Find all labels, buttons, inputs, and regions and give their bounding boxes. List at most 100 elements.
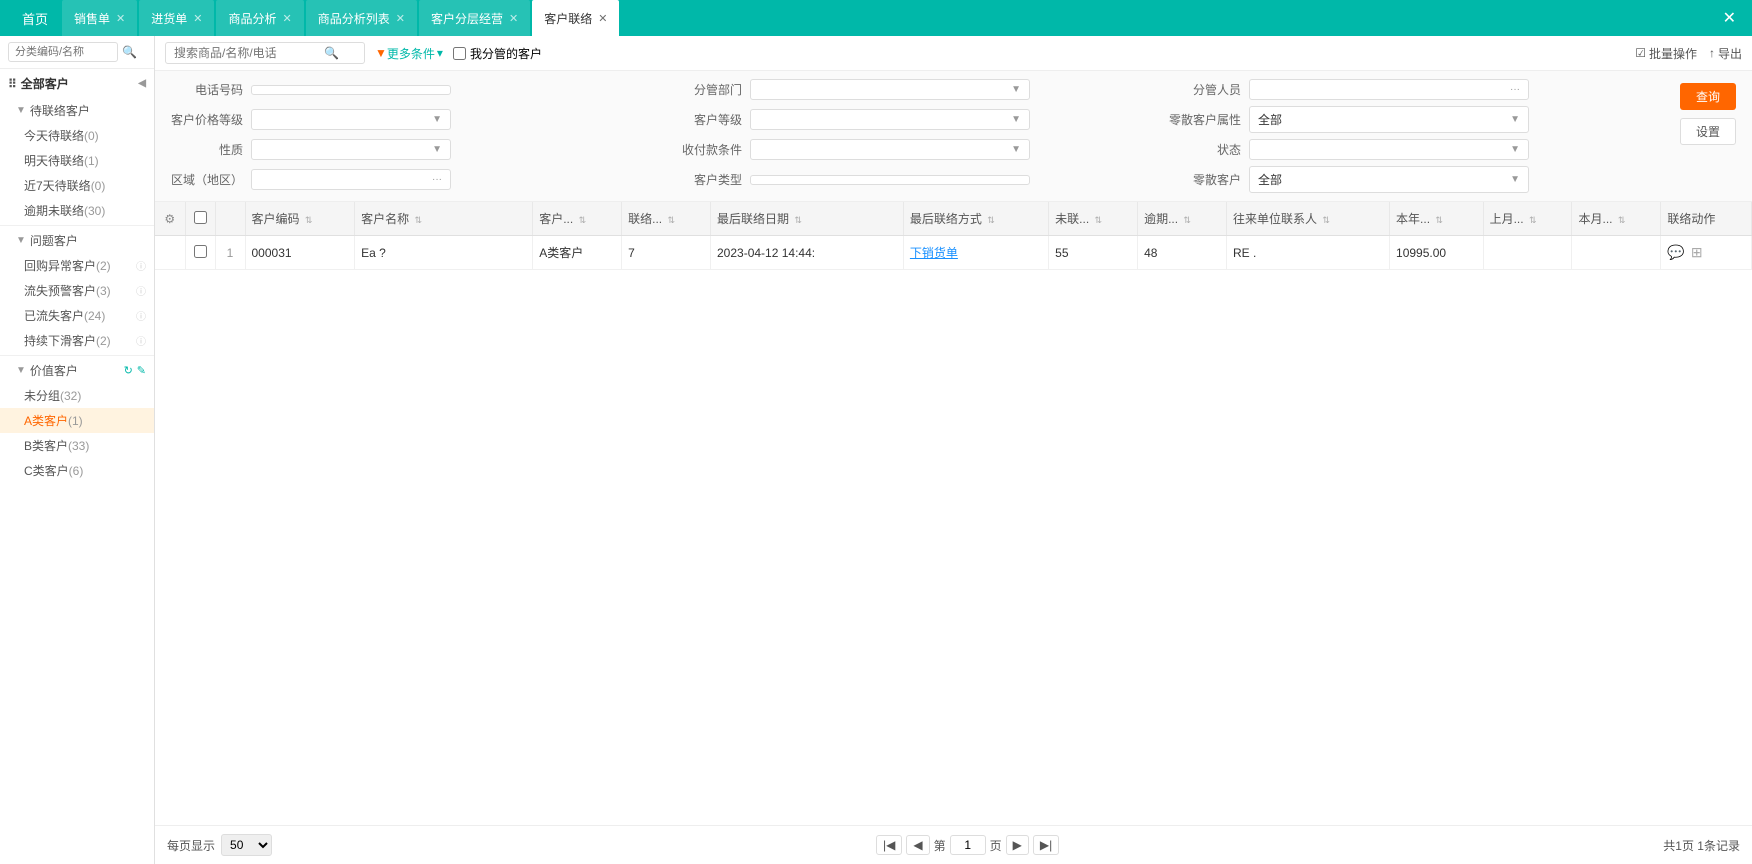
- last-method-link[interactable]: 下销货单: [910, 246, 958, 260]
- payment-dropdown[interactable]: ▼: [750, 139, 1030, 160]
- per-page-area: 每页显示 50 100 200: [167, 834, 272, 856]
- sort-icon[interactable]: ⇅: [305, 215, 313, 225]
- grid-icon[interactable]: ⊞: [1691, 244, 1703, 261]
- nav-tab-进货单[interactable]: 进货单✕: [139, 0, 214, 36]
- sidebar-search-icon[interactable]: 🔍: [122, 45, 137, 59]
- nav-tab-商品分析列表[interactable]: 商品分析列表✕: [306, 0, 417, 36]
- sidebar-item-未分组[interactable]: 未分组(32): [0, 383, 154, 408]
- sort-icon[interactable]: ⇅: [987, 215, 995, 225]
- sidebar-item-明天待联络[interactable]: 明天待联络(1): [0, 148, 154, 173]
- problem-customers-group[interactable]: ▼ 问题客户: [0, 228, 154, 253]
- pending-contact-group[interactable]: ▼ 待联络客户: [0, 98, 154, 123]
- sidebar-search-input[interactable]: [8, 42, 118, 62]
- pagination-bar: 每页显示 50 100 200 |◀ ◀ 第 页 ▶ ▶| 共1页 1条记录: [155, 825, 1752, 864]
- sort-icon[interactable]: ⇅: [1183, 215, 1191, 225]
- sort-icon[interactable]: ⇅: [667, 215, 675, 225]
- query-button[interactable]: 查询: [1680, 83, 1736, 110]
- sidebar-item-今天待联络[interactable]: 今天待联络(0): [0, 123, 154, 148]
- cust-level-dropdown[interactable]: ▼: [750, 109, 1030, 130]
- sidebar-item-逾期未联络[interactable]: 逾期未联络(30): [0, 198, 154, 223]
- settings-button[interactable]: 设置: [1680, 118, 1736, 145]
- sidebar-item-C类客户[interactable]: C类客户(6): [0, 458, 154, 483]
- last-page-btn[interactable]: ▶|: [1033, 835, 1059, 855]
- status-dropdown[interactable]: ▼: [1249, 139, 1529, 160]
- col-code-label: 客户编码: [252, 212, 300, 226]
- filter-row-4: 区域（地区） ··· 客户类型 零散客户: [171, 166, 1668, 193]
- price-level-dropdown[interactable]: ▼: [251, 109, 451, 130]
- sidebar-item-近7天待联络[interactable]: 近7天待联络(0): [0, 173, 154, 198]
- info-icon: ⓘ: [136, 283, 146, 298]
- page-input[interactable]: [950, 835, 986, 855]
- sidebar-item-label: 已流失客户(24): [24, 307, 105, 324]
- sort-icon[interactable]: ⇅: [1322, 215, 1330, 225]
- nav-tab-客户联络[interactable]: 客户联络✕: [532, 0, 619, 36]
- col-contact-header: 联络... ⇅: [622, 202, 711, 236]
- col-overdue-label: 逾期...: [1144, 212, 1178, 226]
- nav-tab-商品分析[interactable]: 商品分析✕: [216, 0, 303, 36]
- my-customers-checkbox[interactable]: 我分管的客户: [453, 45, 542, 62]
- tab-close-btn[interactable]: ✕: [116, 12, 125, 25]
- sort-icon[interactable]: ⇅: [415, 215, 423, 225]
- nav-tab-销售单[interactable]: 销售单✕: [62, 0, 137, 36]
- sort-icon[interactable]: ⇅: [1435, 215, 1443, 225]
- window-close-button[interactable]: ✕: [1715, 8, 1744, 28]
- sidebar-item-已流失客户[interactable]: 已流失客户(24)ⓘ: [0, 303, 154, 328]
- row-check[interactable]: [194, 245, 207, 258]
- row-last-date: 2023-04-12 14:44:: [711, 236, 904, 270]
- value-customers-group[interactable]: ▼ 价值客户 ↻ ✎: [0, 358, 154, 383]
- tab-close-btn[interactable]: ✕: [509, 12, 518, 25]
- nav-home[interactable]: 首页: [8, 0, 62, 36]
- retail-attr-dropdown[interactable]: 全部▼: [1249, 106, 1529, 133]
- edit-icon[interactable]: ✎: [137, 364, 146, 377]
- sidebar-item-A类客户[interactable]: A类客户(1): [0, 408, 154, 433]
- export-icon: ↑: [1709, 46, 1715, 60]
- row-settings: [155, 236, 185, 270]
- tab-close-btn[interactable]: ✕: [283, 12, 292, 25]
- refresh-icon[interactable]: ↻: [124, 364, 133, 377]
- phone-label: 电话号码: [171, 81, 243, 98]
- chat-icon[interactable]: 💬: [1667, 244, 1684, 261]
- per-page-select[interactable]: 50 100 200: [221, 834, 272, 856]
- sort-icon[interactable]: ⇅: [794, 215, 802, 225]
- export-btn[interactable]: ↑ 导出: [1709, 45, 1742, 62]
- my-customers-check[interactable]: [453, 47, 466, 60]
- cust-type-input[interactable]: [750, 175, 1030, 185]
- search-box[interactable]: 🔍: [165, 42, 365, 64]
- region-dropdown[interactable]: ···: [251, 169, 451, 190]
- all-customers-header[interactable]: ⠿ 全部客户 ◀: [0, 69, 154, 98]
- main-layout: 🔍 ⠿ 全部客户 ◀ ▼ 待联络客户 今天待联络(0)明天待联络(1)近7天待联…: [0, 36, 1752, 864]
- next-page-btn[interactable]: ▶: [1006, 835, 1029, 855]
- tab-close-btn[interactable]: ✕: [396, 12, 405, 25]
- more-filter-btn[interactable]: ▼ 更多条件 ▾: [375, 45, 443, 62]
- col-settings-icon[interactable]: ⚙: [164, 212, 175, 226]
- sidebar-item-B类客户[interactable]: B类客户(33): [0, 433, 154, 458]
- sidebar-item-持续下滑客户[interactable]: 持续下滑客户(2)ⓘ: [0, 328, 154, 353]
- phone-input[interactable]: [251, 85, 451, 95]
- sidebar-item-回购异常客户[interactable]: 回购异常客户(2)ⓘ: [0, 253, 154, 278]
- main-search-input[interactable]: [174, 46, 324, 60]
- sidebar: 🔍 ⠿ 全部客户 ◀ ▼ 待联络客户 今天待联络(0)明天待联络(1)近7天待联…: [0, 36, 155, 864]
- info-icon: ⓘ: [136, 258, 146, 273]
- tab-close-btn[interactable]: ✕: [193, 12, 202, 25]
- sort-icon[interactable]: ⇅: [1095, 215, 1103, 225]
- manager-dropdown[interactable]: ···: [1249, 79, 1529, 100]
- nature-dropdown[interactable]: ▼: [251, 139, 451, 160]
- dropdown-arrow-icon: ▼: [1011, 84, 1021, 95]
- value-customers-label: 价值客户: [30, 362, 78, 379]
- nav-tab-客户分层经营[interactable]: 客户分层经营✕: [419, 0, 530, 36]
- col-this-year-header: 本年... ⇅: [1390, 202, 1484, 236]
- value-group-actions: ↻ ✎: [124, 364, 146, 377]
- sort-icon[interactable]: ⇅: [579, 215, 587, 225]
- sort-icon[interactable]: ⇅: [1618, 215, 1626, 225]
- dept-dropdown[interactable]: ▼: [750, 79, 1030, 100]
- select-all-checkbox[interactable]: [194, 211, 207, 224]
- tab-close-btn[interactable]: ✕: [598, 12, 607, 25]
- sidebar-item-流失预警客户[interactable]: 流失预警客户(3)ⓘ: [0, 278, 154, 303]
- filter-row-2: 客户价格等级 ▼ 客户等级 ▼ 零散客户属性: [171, 106, 1668, 133]
- page-prefix: 第: [934, 837, 946, 854]
- sort-icon[interactable]: ⇅: [1529, 215, 1537, 225]
- retail-cust-dropdown[interactable]: 全部▼: [1249, 166, 1529, 193]
- prev-page-btn[interactable]: ◀: [906, 835, 929, 855]
- first-page-btn[interactable]: |◀: [876, 835, 902, 855]
- batch-op-btn[interactable]: ☑ 批量操作: [1635, 45, 1697, 62]
